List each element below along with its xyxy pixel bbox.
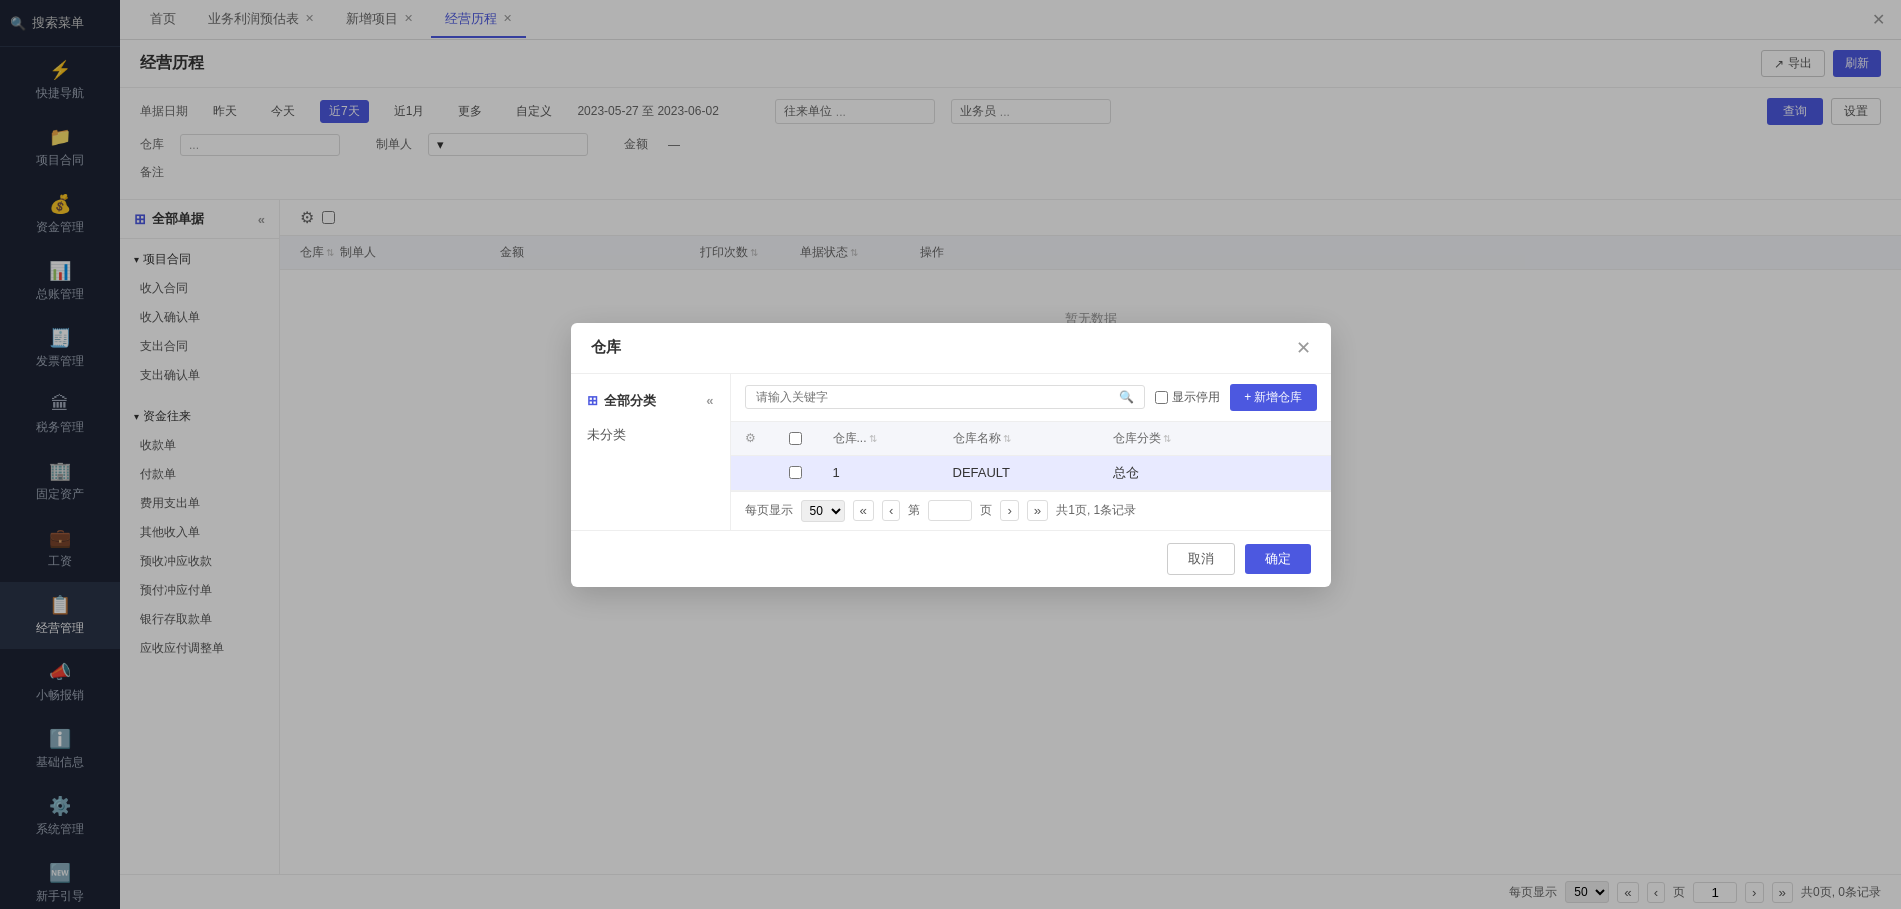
modal-col-category: 仓库分类 ⇅ bbox=[1113, 430, 1293, 447]
modal-overlay: 仓库 ✕ ⊞ 全部分类 « 未分类 bbox=[0, 0, 1901, 909]
modal-page-size-label: 每页显示 bbox=[745, 502, 793, 519]
row-code: 1 bbox=[833, 465, 953, 480]
modal-page-size-select[interactable]: 50 bbox=[801, 500, 845, 522]
modal-left-panel: ⊞ 全部分类 « 未分类 bbox=[571, 374, 731, 530]
modal-all-category[interactable]: ⊞ 全部分类 bbox=[587, 392, 656, 410]
add-warehouse-button[interactable]: + 新增仓库 bbox=[1230, 384, 1316, 411]
row-checkbox bbox=[789, 466, 833, 479]
modal-total: 共1页, 1条记录 bbox=[1056, 502, 1136, 519]
modal-uncategorized-label: 未分类 bbox=[587, 426, 626, 444]
modal-body: ⊞ 全部分类 « 未分类 🔍 bbox=[571, 374, 1331, 530]
sort-code-icon: ⇅ bbox=[869, 433, 877, 444]
modal-close-button[interactable]: ✕ bbox=[1296, 337, 1311, 359]
modal-left-collapse[interactable]: « bbox=[706, 393, 713, 408]
modal-all-label: 全部分类 bbox=[604, 392, 656, 410]
modal-search-input[interactable] bbox=[756, 390, 1114, 404]
modal-col-name: 仓库名称 ⇅ bbox=[953, 430, 1113, 447]
show-disabled-label[interactable]: 显示停用 bbox=[1155, 389, 1220, 406]
show-disabled-checkbox[interactable] bbox=[1155, 391, 1168, 404]
modal-page-label: 第 bbox=[908, 502, 920, 519]
confirm-button[interactable]: 确定 bbox=[1245, 544, 1311, 574]
modal-search-box: 🔍 bbox=[745, 385, 1146, 409]
sort-category-icon: ⇅ bbox=[1163, 433, 1171, 444]
modal-table: ⚙ 仓库... ⇅ 仓库名称 ⇅ bbox=[731, 422, 1331, 491]
modal-search-icon: 🔍 bbox=[1119, 390, 1134, 404]
modal-right-panel: 🔍 显示停用 + 新增仓库 ⚙ bbox=[731, 374, 1331, 530]
modal-select-all[interactable] bbox=[789, 432, 802, 445]
settings-col-icon: ⚙ bbox=[745, 431, 756, 445]
row-name: DEFAULT bbox=[953, 465, 1113, 480]
modal-col-code: 仓库... ⇅ bbox=[833, 430, 953, 447]
modal-first-btn[interactable]: « bbox=[853, 500, 874, 521]
cancel-button[interactable]: 取消 bbox=[1167, 543, 1235, 575]
modal-col-settings: ⚙ bbox=[745, 430, 789, 447]
modal-prev-btn[interactable]: ‹ bbox=[882, 500, 900, 521]
modal-table-row-0[interactable]: 1 DEFAULT 总仓 bbox=[731, 456, 1331, 491]
modal-page-input[interactable]: 1 bbox=[928, 500, 972, 521]
row-warehouse-name: 总仓 bbox=[1113, 464, 1293, 482]
modal-left-header: ⊞ 全部分类 « bbox=[571, 384, 730, 418]
row-0-checkbox[interactable] bbox=[789, 466, 802, 479]
modal-col-check bbox=[789, 430, 833, 447]
modal-header: 仓库 ✕ bbox=[571, 323, 1331, 374]
modal-footer-actions: 取消 确定 bbox=[571, 530, 1331, 587]
modal-page-suffix: 页 bbox=[980, 502, 992, 519]
modal-table-header: ⚙ 仓库... ⇅ 仓库名称 ⇅ bbox=[731, 422, 1331, 456]
grid-modal-icon: ⊞ bbox=[587, 393, 598, 408]
modal-left-uncategorized[interactable]: 未分类 bbox=[571, 418, 730, 452]
modal-toolbar: 🔍 显示停用 + 新增仓库 bbox=[731, 374, 1331, 422]
modal-next-btn[interactable]: › bbox=[1000, 500, 1018, 521]
modal-pagination: 每页显示 50 « ‹ 第 1 页 › » 共1页, 1条记录 bbox=[731, 491, 1331, 530]
modal-last-btn[interactable]: » bbox=[1027, 500, 1048, 521]
modal-title: 仓库 bbox=[591, 338, 621, 357]
warehouse-modal: 仓库 ✕ ⊞ 全部分类 « 未分类 bbox=[571, 323, 1331, 587]
sort-name-icon: ⇅ bbox=[1003, 433, 1011, 444]
